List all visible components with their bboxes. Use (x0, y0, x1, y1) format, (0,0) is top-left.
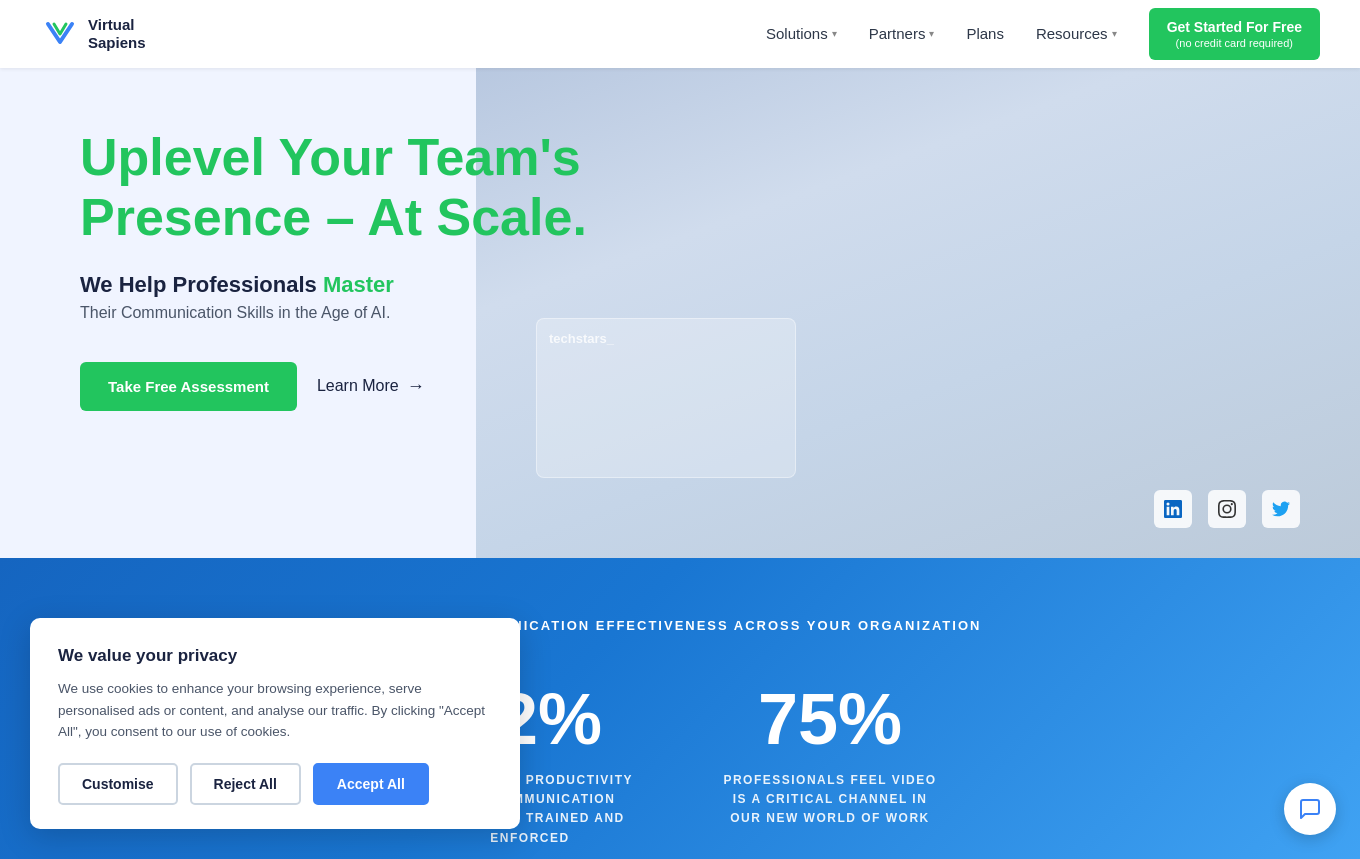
hero-actions: Take Free Assessment Learn More → (80, 362, 708, 411)
nav-links: Solutions ▾ Partners ▾ Plans Resources ▾… (766, 8, 1320, 60)
reject-all-button[interactable]: Reject All (190, 763, 301, 805)
chat-button[interactable] (1284, 783, 1336, 835)
customise-button[interactable]: Customise (58, 763, 178, 805)
nav-resources[interactable]: Resources ▾ (1036, 25, 1117, 42)
logo-icon (40, 14, 80, 54)
get-started-button[interactable]: Get Started For Free (no credit card req… (1149, 8, 1320, 60)
take-assessment-button[interactable]: Take Free Assessment (80, 362, 297, 411)
instagram-icon[interactable] (1208, 490, 1246, 528)
cookie-text: We use cookies to enhance your browsing … (58, 678, 492, 743)
nav-partners[interactable]: Partners ▾ (869, 25, 935, 42)
hero-subtitle: We Help Professionals Master (80, 272, 708, 298)
logo-text: Virtual Sapiens (88, 16, 146, 52)
hero-section: techstars_ Uplevel Your Team's Presence … (0, 68, 1360, 558)
solutions-chevron-icon: ▾ (832, 28, 837, 39)
social-bar (1154, 490, 1300, 528)
stat-number-75: 75% (720, 683, 940, 755)
learn-more-button[interactable]: Learn More → (317, 376, 425, 397)
hero-content: Uplevel Your Team's Presence – At Scale.… (0, 68, 748, 558)
navbar: Virtual Sapiens Solutions ▾ Partners ▾ P… (0, 0, 1360, 68)
cookie-actions: Customise Reject All Accept All (58, 763, 492, 805)
accept-all-button[interactable]: Accept All (313, 763, 429, 805)
partners-chevron-icon: ▾ (929, 28, 934, 39)
cookie-title: We value your privacy (58, 646, 492, 666)
hero-description: Their Communication Skills in the Age of… (80, 304, 708, 322)
cookie-banner: We value your privacy We use cookies to … (30, 618, 520, 829)
nav-plans[interactable]: Plans (966, 25, 1004, 42)
twitter-icon[interactable] (1262, 490, 1300, 528)
nav-solutions[interactable]: Solutions ▾ (766, 25, 837, 42)
learn-more-arrow-icon: → (407, 376, 425, 397)
stat-item-75: 75% PROFESSIONALS FEEL VIDEO IS A CRITIC… (720, 683, 940, 848)
hero-title: Uplevel Your Team's Presence – At Scale. (80, 128, 708, 248)
logo[interactable]: Virtual Sapiens (40, 14, 146, 54)
chat-icon (1298, 797, 1322, 821)
stat-desc-75: PROFESSIONALS FEEL VIDEO IS A CRITICAL C… (720, 771, 940, 829)
linkedin-icon[interactable] (1154, 490, 1192, 528)
resources-chevron-icon: ▾ (1112, 28, 1117, 39)
